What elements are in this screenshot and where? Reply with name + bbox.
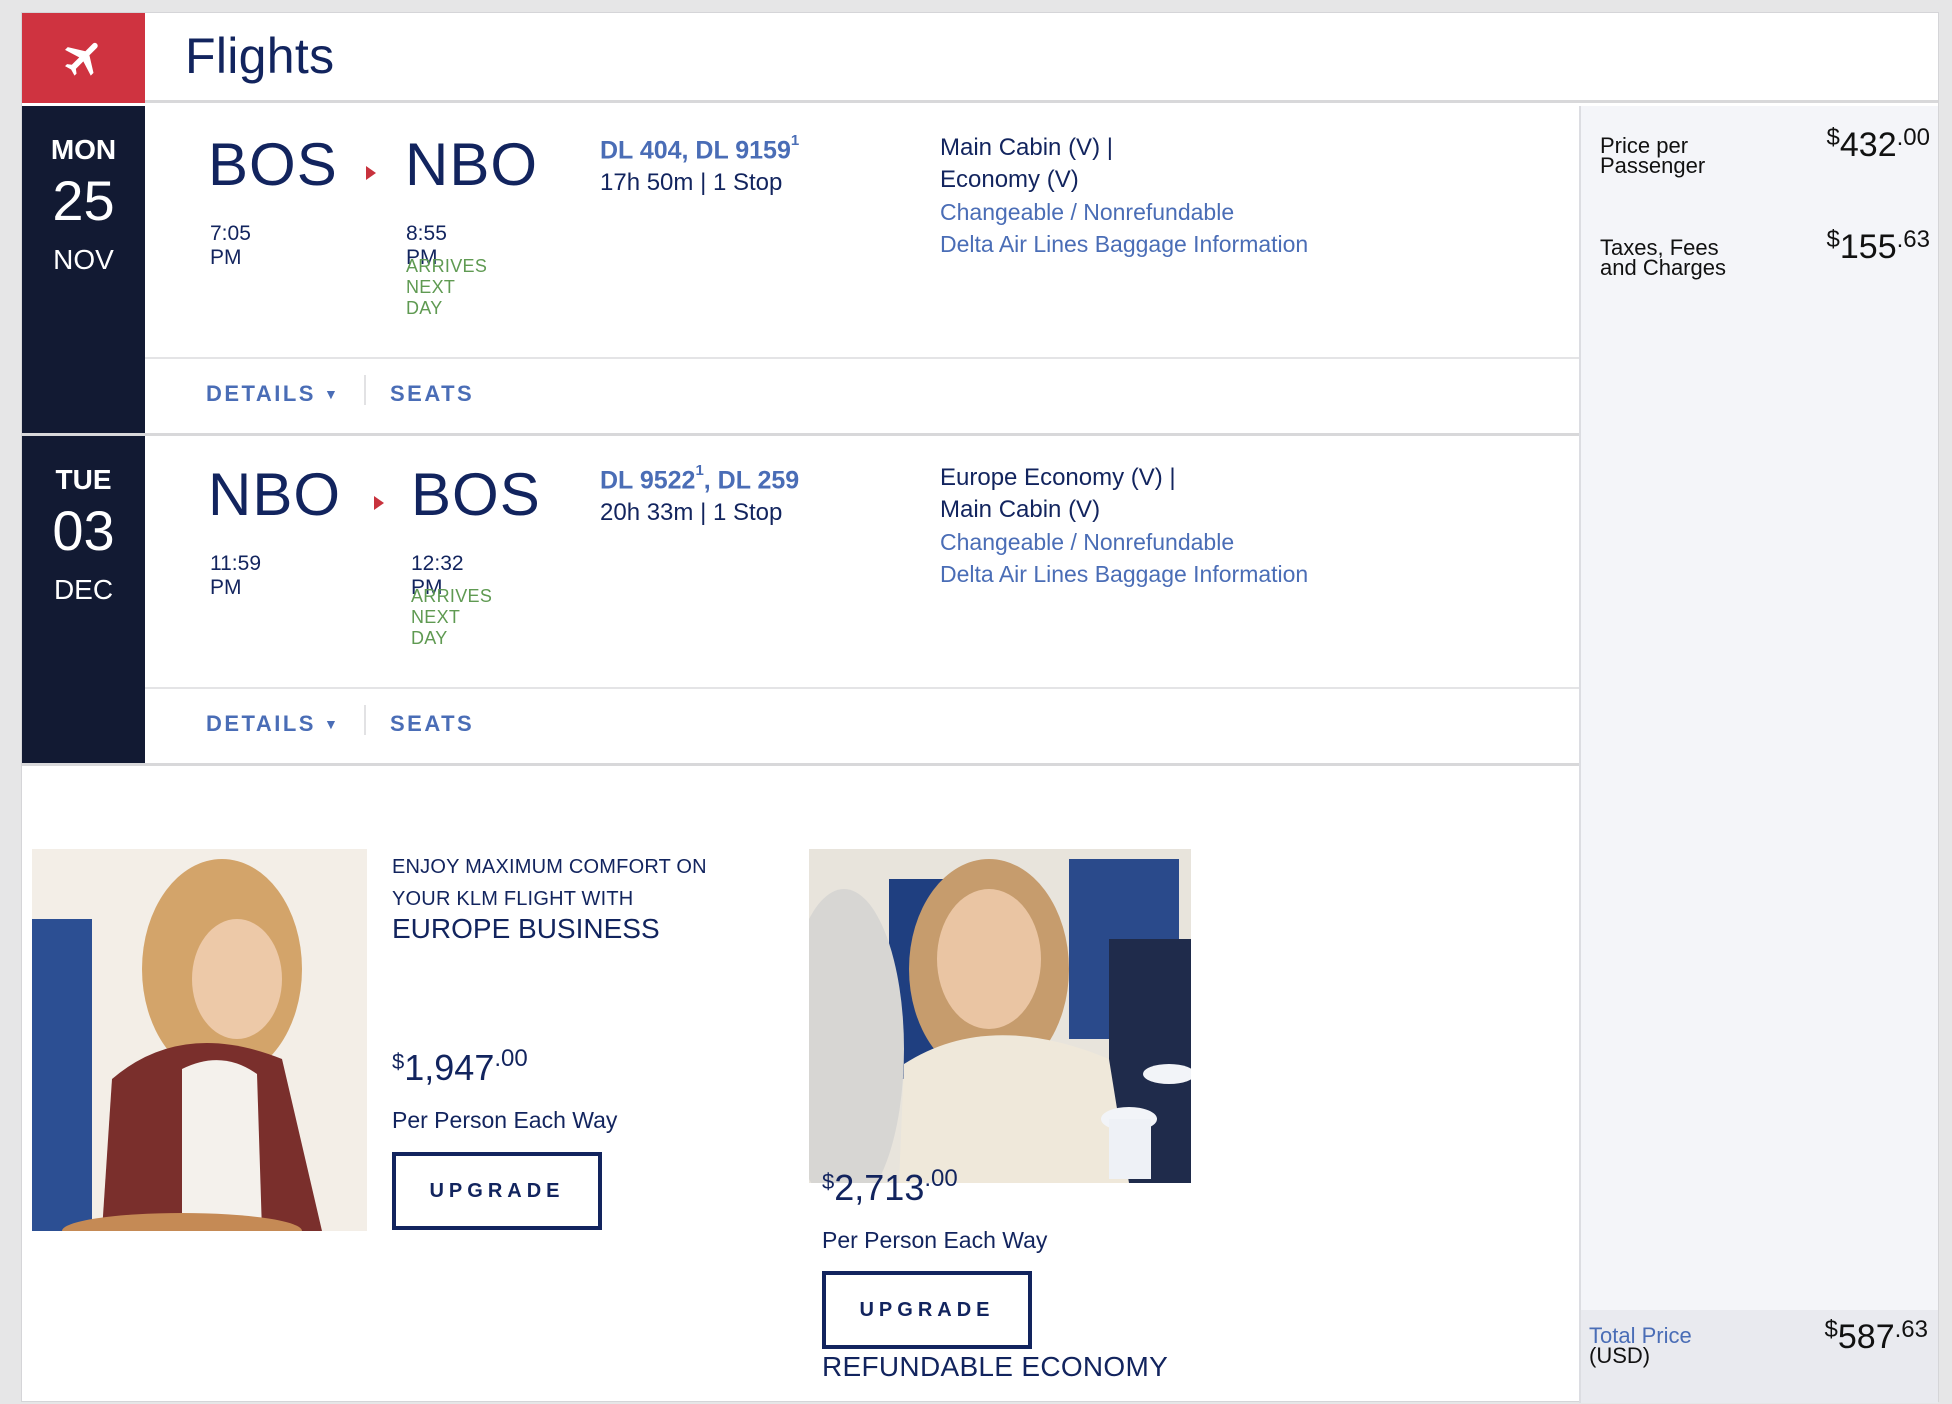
seats-link[interactable]: SEATS [390,711,474,737]
price-cents: .63 [1894,1316,1928,1343]
upsell-price-note: Per Person Each Way [822,1227,1048,1253]
price-whole: 587 [1837,1318,1895,1356]
price-whole: 432 [1839,126,1897,164]
price-per-passenger-value: $432.00 [1826,124,1930,165]
fare-info: Main Cabin (V) | Economy (V) Changeable … [940,132,1308,260]
arrives-next-day: ARRIVES NEXT DAY [411,586,493,648]
fare-class-line1: Europe Economy (V) | [940,464,1176,491]
price-whole: 2,713 [834,1167,925,1208]
total-price-currency-code: (USD) [1589,1343,1651,1368]
taxes-label: Taxes, Fees and Charges [1600,235,1726,280]
upsell-title: REFUNDABLE ECONOMY [822,1351,1169,1382]
flight-numbers[interactable]: DL 95221, DL 259 [600,462,799,495]
currency-symbol: $ [1824,1316,1838,1343]
baggage-info-link[interactable]: Delta Air Lines Baggage Information [940,228,1308,260]
airplane-icon [64,42,98,76]
day-number: 03 [52,499,115,562]
upsell-price-note: Per Person Each Way [392,1107,618,1133]
header-icon-box [22,13,145,103]
total-price-box: Total Price (USD) $587.63 [1581,1310,1938,1403]
origin-code: BOS [208,131,338,198]
price-cents: .00 [924,1165,958,1192]
destination-code: NBO [405,131,539,198]
duration-stops: 20h 33m | 1 Stop [600,499,783,527]
flight-numbers-text[interactable]: DL 404, DL 9159 [600,136,791,164]
flight-segment-return: TUE 03 DEC NBO BOS 11:59 PM 12:32 PM ARR… [22,436,1579,766]
price-cents: .63 [1896,226,1930,253]
price-cents: .00 [1896,124,1930,151]
total-price-value: $587.63 [1824,1316,1928,1357]
detail-bar: DETAILS ▼ SEATS [145,687,1579,763]
total-price-label: Total Price (USD) [1589,1325,1692,1368]
caret-down-icon[interactable]: ▼ [324,386,340,402]
price-cents: .00 [494,1045,528,1072]
date-panel: MON 25 NOV [22,106,145,433]
fare-rules-link[interactable]: Changeable / Nonrefundable [940,196,1308,228]
price-whole: 1,947 [404,1047,495,1088]
day-of-week: MON [50,134,117,165]
month: NOV [53,244,114,275]
upgrade-button[interactable]: UPGRADE [822,1271,1032,1349]
fare-rules-link[interactable]: Changeable / Nonrefundable [940,526,1308,558]
date-panel: TUE 03 DEC [22,436,145,763]
fare-class-line2: Economy (V) [940,166,1079,193]
fare-class-line2: Main Cabin (V) [940,496,1101,523]
seats-link[interactable]: SEATS [390,381,474,407]
flight-info: DL 95221, DL 259 20h 33m | 1 Stop [600,462,799,527]
flights-card: Flights MON 25 NOV BOS NBO 7:05 PM 8:55 … [21,12,1939,1403]
footnote-marker: 1 [790,132,800,149]
flight-numbers-text[interactable]: DL 9522 [600,466,695,494]
upgrade-button[interactable]: UPGRADE [392,1152,602,1230]
arrives-next-day: ARRIVES NEXT DAY [406,256,488,318]
upsell-title: EUROPE BUSINESS [392,913,660,944]
woman-in-business-seat-photo [32,849,367,1231]
departure-time: 11:59 PM [210,552,261,599]
photo-illustration [809,849,1191,1183]
details-toggle[interactable]: DETAILS ▼ [206,711,340,737]
flight-segment-outbound: MON 25 NOV BOS NBO 7:05 PM 8:55 PM ARRIV… [22,106,1579,436]
price-summary-panel: Price per Passenger $432.00 Taxes, Fees … [1579,106,1938,1403]
page-title: Flights [185,28,335,84]
destination-code: BOS [411,461,541,528]
origin-code: NBO [208,461,342,528]
price-whole: 155 [1839,228,1897,266]
flight-numbers[interactable]: DL 404, DL 91591 [600,132,799,165]
route-arrow-icon [374,496,384,510]
departure-time: 7:05 PM [210,222,251,269]
currency-symbol: $ [822,1169,835,1194]
flights-header: Flights [22,13,1938,103]
day-of-week: TUE [55,464,112,495]
flight-info: DL 404, DL 91591 17h 50m | 1 Stop [600,132,799,197]
currency-symbol: $ [392,1049,405,1074]
day-number: 25 [52,169,115,232]
taxes-value: $155.63 [1826,226,1930,267]
currency-symbol: $ [1826,124,1840,151]
caret-down-icon[interactable]: ▼ [324,716,340,732]
details-label[interactable]: DETAILS [206,711,316,736]
price-per-passenger-label: Price per Passenger [1600,133,1706,178]
baggage-info-link[interactable]: Delta Air Lines Baggage Information [940,558,1308,590]
photo-illustration [32,849,367,1231]
fare-info: Europe Economy (V) | Main Cabin (V) Chan… [940,462,1308,590]
divider [364,375,366,405]
upsell-price: $1,947.00 [392,1045,528,1089]
smiling-passenger-with-coffee-photo [809,849,1191,1183]
currency-symbol: $ [1826,226,1840,253]
flight-numbers-text-2[interactable]: , DL 259 [704,466,799,494]
detail-bar: DETAILS ▼ SEATS [145,357,1579,433]
duration-stops: 17h 50m | 1 Stop [600,169,783,197]
upsell-eyebrow-line1: ENJOY MAXIMUM COMFORT ON [392,856,707,878]
footnote-marker: 1 [695,462,704,479]
divider [364,705,366,735]
upsell-price: $2,713.00 [822,1165,958,1209]
details-label[interactable]: DETAILS [206,381,316,406]
details-toggle[interactable]: DETAILS ▼ [206,381,340,407]
month: DEC [53,574,114,605]
upsell-eyebrow-line2: YOUR KLM FLIGHT WITH [392,888,634,910]
route-arrow-icon [366,166,376,180]
upsell-eyebrow: ENJOY MAXIMUM COMFORT ON YOUR KLM FLIGHT… [392,851,707,915]
fare-class-line1: Main Cabin (V) | [940,134,1113,161]
